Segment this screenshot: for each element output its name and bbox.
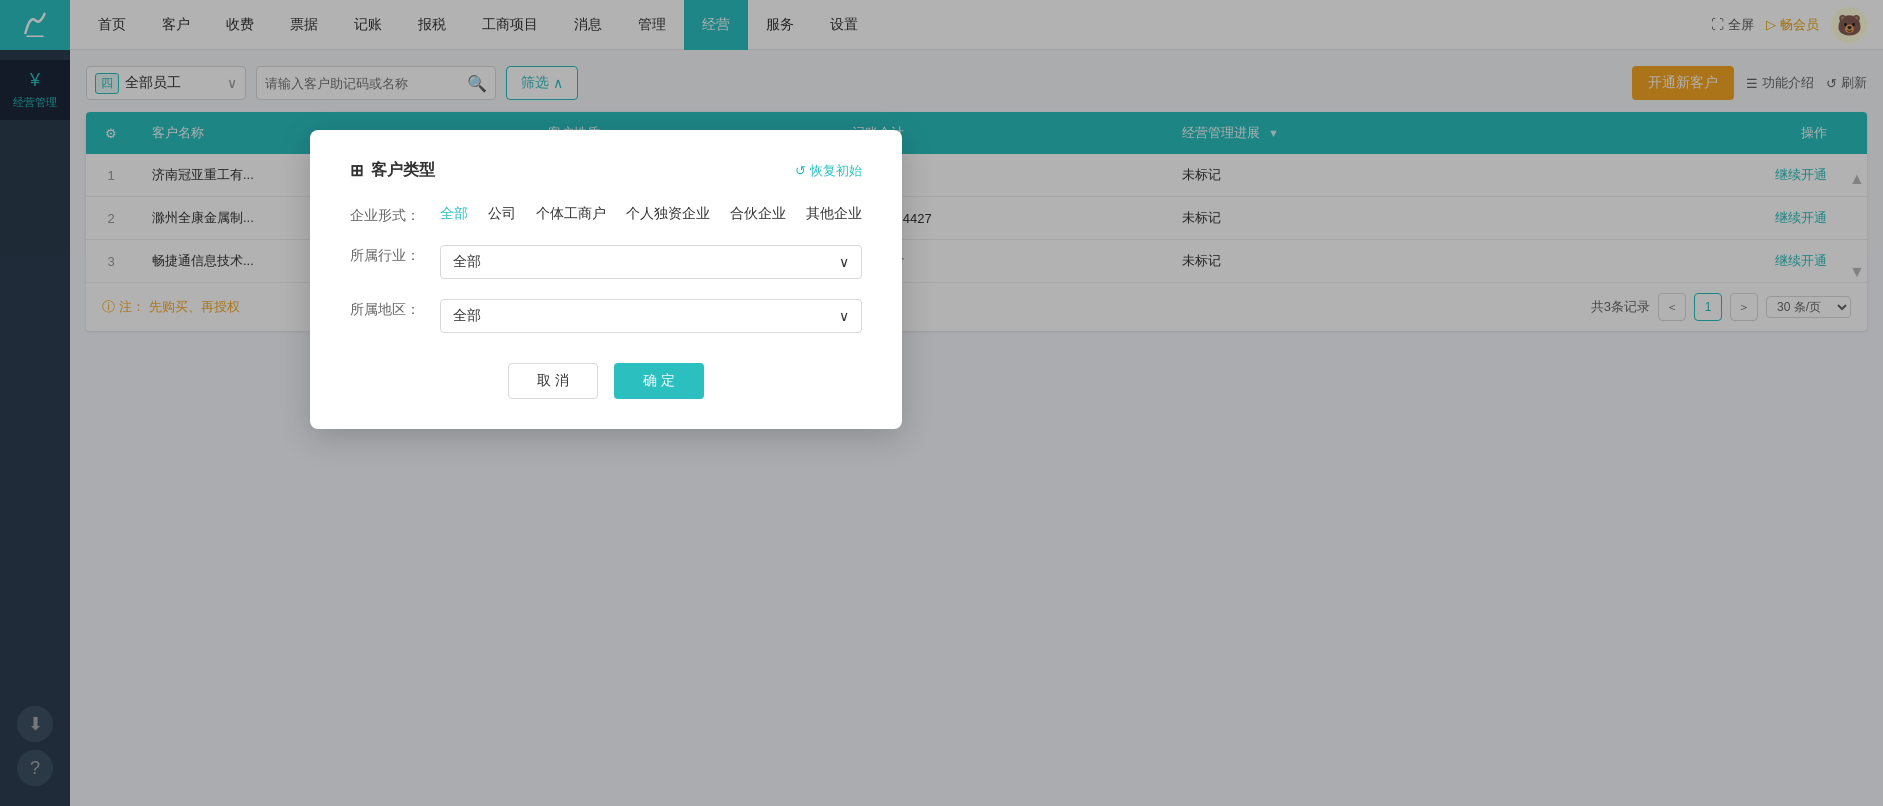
region-field: 全部 ∨ bbox=[440, 299, 862, 333]
modal-title: ⊞ 客户类型 bbox=[350, 160, 435, 181]
industry-row: 所属行业： 全部 ∨ bbox=[350, 245, 862, 279]
modal-overlay[interactable]: ⊞ 客户类型 ↺ 恢复初始 企业形式： 全部 公司 个体工商户 个人独资企业 合… bbox=[0, 0, 1883, 806]
industry-select[interactable]: 全部 ∨ bbox=[440, 245, 862, 279]
cancel-button[interactable]: 取 消 bbox=[508, 363, 598, 399]
type-option-partnership[interactable]: 合伙企业 bbox=[730, 205, 786, 223]
confirm-button[interactable]: 确 定 bbox=[614, 363, 704, 399]
type-options: 全部 公司 个体工商户 个人独资企业 合伙企业 其他企业 bbox=[440, 205, 862, 223]
modal-reset-btn[interactable]: ↺ 恢复初始 bbox=[795, 162, 862, 180]
region-row: 所属地区： 全部 ∨ bbox=[350, 299, 862, 333]
enterprise-form-row: 企业形式： 全部 公司 个体工商户 个人独资企业 合伙企业 其他企业 bbox=[350, 205, 862, 225]
industry-dropdown-icon: ∨ bbox=[839, 254, 849, 270]
modal-header: ⊞ 客户类型 ↺ 恢复初始 bbox=[350, 160, 862, 181]
type-option-all[interactable]: 全部 bbox=[440, 205, 468, 223]
region-label: 所属地区： bbox=[350, 299, 440, 319]
type-option-other[interactable]: 其他企业 bbox=[806, 205, 862, 223]
region-value: 全部 bbox=[453, 307, 481, 325]
modal-footer: 取 消 确 定 bbox=[350, 363, 862, 399]
industry-value: 全部 bbox=[453, 253, 481, 271]
reset-label: 恢复初始 bbox=[810, 162, 862, 180]
region-dropdown-icon: ∨ bbox=[839, 308, 849, 324]
filter-modal: ⊞ 客户类型 ↺ 恢复初始 企业形式： 全部 公司 个体工商户 个人独资企业 合… bbox=[310, 130, 902, 429]
type-option-company[interactable]: 公司 bbox=[488, 205, 516, 223]
modal-title-icon: ⊞ bbox=[350, 161, 363, 180]
enterprise-form-options: 全部 公司 个体工商户 个人独资企业 合伙企业 其他企业 bbox=[440, 205, 862, 223]
enterprise-form-label: 企业形式： bbox=[350, 205, 440, 225]
type-option-individual[interactable]: 个体工商户 bbox=[536, 205, 606, 223]
industry-field: 全部 ∨ bbox=[440, 245, 862, 279]
type-option-sole[interactable]: 个人独资企业 bbox=[626, 205, 710, 223]
industry-label: 所属行业： bbox=[350, 245, 440, 265]
modal-title-text: 客户类型 bbox=[371, 160, 435, 181]
reset-icon: ↺ bbox=[795, 163, 806, 178]
region-select[interactable]: 全部 ∨ bbox=[440, 299, 862, 333]
